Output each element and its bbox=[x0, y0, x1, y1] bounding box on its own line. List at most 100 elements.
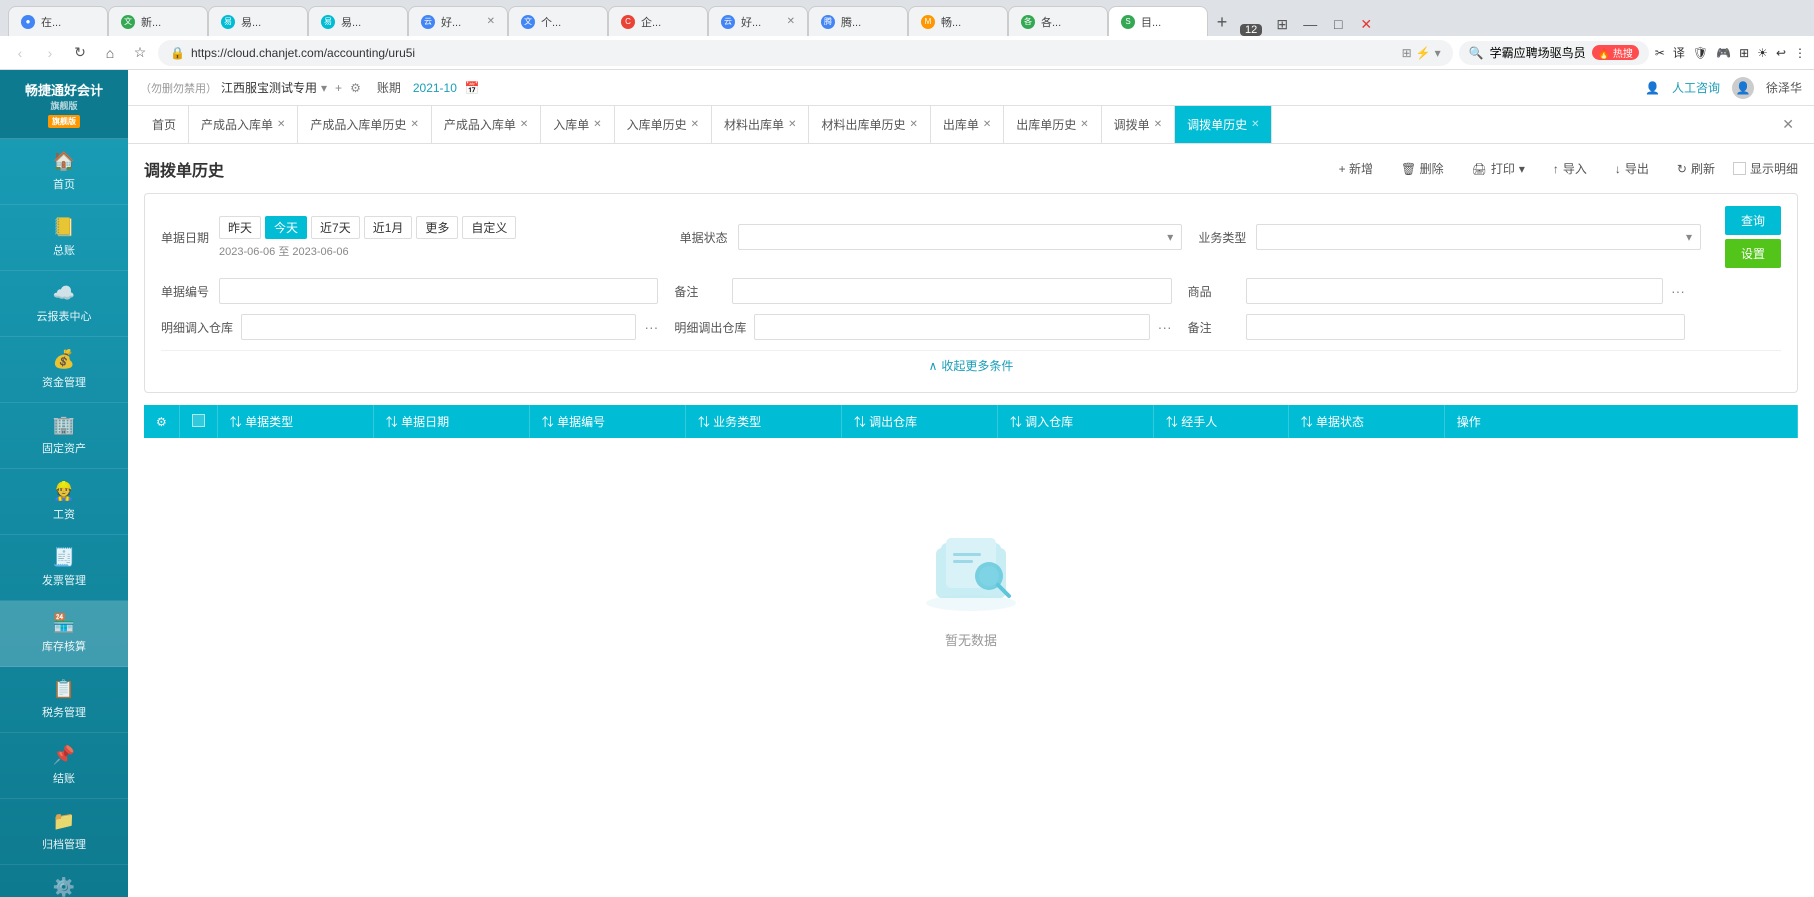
calendar-icon[interactable]: 📅 bbox=[465, 81, 480, 95]
th-business-type[interactable]: ⇅ 业务类型 bbox=[685, 405, 841, 438]
sidebar-item-fixed-assets[interactable]: 🏢 固定资产 bbox=[0, 403, 128, 469]
sidebar-item-cloud-report[interactable]: ☁️ 云报表中心 bbox=[0, 271, 128, 337]
sidebar-item-inventory[interactable]: 🏪 库存核算 bbox=[0, 601, 128, 667]
detail-out-input[interactable] bbox=[754, 314, 1149, 340]
back-btn[interactable]: ‹ bbox=[8, 41, 32, 65]
detail-in-filter-dots[interactable]: ··· bbox=[644, 319, 658, 335]
date-yesterday-btn[interactable]: 昨天 bbox=[219, 216, 261, 239]
sidebar-item-close-account[interactable]: 📌 结账 bbox=[0, 733, 128, 799]
page-tab-storage-in-history[interactable]: 入库单历史 ✕ bbox=[615, 106, 712, 144]
collapse-bar[interactable]: ∧ 收起更多条件 bbox=[161, 350, 1781, 380]
add-company-btn[interactable]: + bbox=[335, 81, 342, 95]
page-tab-finished-in-history-close[interactable]: ✕ bbox=[410, 119, 418, 130]
sidebar-item-tax[interactable]: 📋 税务管理 bbox=[0, 667, 128, 733]
display-toggle-checkbox[interactable] bbox=[1733, 162, 1746, 175]
page-tabs-close-all[interactable]: ✕ bbox=[1774, 112, 1802, 137]
browser-tab-3[interactable]: 易 易... bbox=[208, 6, 308, 36]
date-1month-btn[interactable]: 近1月 bbox=[364, 216, 413, 239]
sidebar-item-home[interactable]: 🏠 首页 bbox=[0, 139, 128, 205]
status-select[interactable]: ▾ bbox=[738, 224, 1183, 250]
page-tab-material-out-history-close[interactable]: ✕ bbox=[909, 119, 917, 130]
th-doc-status[interactable]: ⇅ 单据状态 bbox=[1288, 405, 1444, 438]
page-tab-finished-in2[interactable]: 产成品入库单 ✕ bbox=[432, 106, 541, 144]
page-tab-finished-in[interactable]: 产成品入库单 ✕ bbox=[189, 106, 298, 144]
export-button[interactable]: ↓ 导出 bbox=[1605, 156, 1659, 181]
page-tab-material-out[interactable]: 材料出库单 ✕ bbox=[712, 106, 809, 144]
date-7days-btn[interactable]: 近7天 bbox=[311, 216, 360, 239]
import-button[interactable]: ↑ 导入 bbox=[1543, 156, 1597, 181]
detail-in-input[interactable] bbox=[241, 314, 636, 340]
browser-tab-10[interactable]: M 畅... bbox=[908, 6, 1008, 36]
note-input[interactable] bbox=[732, 278, 1171, 304]
tab-manager-icon[interactable]: ⊞ bbox=[1270, 12, 1294, 36]
browser-search-bar[interactable]: 🔍 学霸应聘场驱鸟员 🔥 热搜 bbox=[1459, 41, 1649, 65]
page-tab-storage-in-close[interactable]: ✕ bbox=[593, 119, 601, 130]
browser-tab-11[interactable]: 各 各... bbox=[1008, 6, 1108, 36]
browser-tab-5[interactable]: 云 好... ✕ bbox=[408, 6, 508, 36]
header-checkbox[interactable] bbox=[192, 414, 205, 427]
sidebar-item-settings[interactable]: ⚙️ 基础设置 bbox=[0, 865, 128, 897]
forward-btn[interactable]: › bbox=[38, 41, 62, 65]
browser-tab-6[interactable]: 文 个... bbox=[508, 6, 608, 36]
sidebar-item-fund[interactable]: 💰 资金管理 bbox=[0, 337, 128, 403]
service-label[interactable]: 人工咨询 bbox=[1672, 79, 1720, 96]
browser-tab-2[interactable]: 文 新... bbox=[108, 6, 208, 36]
page-tab-transfer-history-close[interactable]: ✕ bbox=[1251, 119, 1259, 130]
maximize-btn[interactable]: □ bbox=[1326, 12, 1350, 36]
page-tab-finished-in-close[interactable]: ✕ bbox=[277, 119, 285, 130]
page-tab-home[interactable]: 首页 bbox=[140, 106, 189, 144]
refresh-button[interactable]: ↻ 刷新 bbox=[1667, 156, 1725, 181]
tab-close-8[interactable]: ✕ bbox=[787, 16, 795, 27]
page-tab-finished-in2-close[interactable]: ✕ bbox=[520, 119, 528, 130]
page-tab-storage-out-close[interactable]: ✕ bbox=[983, 119, 991, 130]
bookmark-btn[interactable]: ☆ bbox=[128, 41, 152, 65]
page-tab-transfer[interactable]: 调拨单 ✕ bbox=[1102, 106, 1175, 144]
user-name[interactable]: 徐泽华 bbox=[1766, 79, 1802, 96]
minimize-btn[interactable]: — bbox=[1298, 12, 1322, 36]
address-dropdown-icon[interactable]: ▾ bbox=[1435, 46, 1441, 60]
close-browser-btn[interactable]: ✕ bbox=[1354, 12, 1378, 36]
query-button[interactable]: 查询 bbox=[1725, 206, 1781, 235]
th-checkbox[interactable] bbox=[179, 405, 217, 438]
extra-note-input[interactable] bbox=[1246, 314, 1685, 340]
th-settings[interactable]: ⚙ bbox=[144, 405, 179, 438]
page-tab-finished-in-history[interactable]: 产成品入库单历史 ✕ bbox=[298, 106, 431, 144]
browser-tab-9[interactable]: 腾 腾... bbox=[808, 6, 908, 36]
th-doc-type[interactable]: ⇅ 单据类型 bbox=[217, 405, 373, 438]
company-selector[interactable]: （勿删勿禁用） 江西服宝测试专用 ▾ bbox=[140, 79, 327, 96]
address-bar[interactable]: 🔒 https://cloud.chanjet.com/accounting/u… bbox=[158, 40, 1453, 66]
page-tab-transfer-history[interactable]: 调拨单历史 ✕ bbox=[1175, 106, 1272, 144]
sidebar-item-ledger[interactable]: 📒 总账 bbox=[0, 205, 128, 271]
detail-out-filter-dots[interactable]: ··· bbox=[1158, 319, 1172, 335]
sidebar-item-archive[interactable]: 📁 归档管理 bbox=[0, 799, 128, 865]
browser-tab-7[interactable]: C 企... bbox=[608, 6, 708, 36]
home-browser-btn[interactable]: ⌂ bbox=[98, 41, 122, 65]
th-doc-number[interactable]: ⇅ 单据编号 bbox=[529, 405, 685, 438]
date-more-btn[interactable]: 更多 bbox=[416, 216, 458, 239]
docnum-input[interactable] bbox=[219, 278, 658, 304]
goods-filter-dots[interactable]: ··· bbox=[1671, 283, 1685, 299]
browser-tab-8[interactable]: 云 好... ✕ bbox=[708, 6, 808, 36]
th-handler[interactable]: ⇅ 经手人 bbox=[1153, 405, 1288, 438]
browser-tab-12[interactable]: S 目... bbox=[1108, 6, 1208, 36]
page-tab-storage-in[interactable]: 入库单 ✕ bbox=[541, 106, 614, 144]
refresh-browser-btn[interactable]: ↻ bbox=[68, 41, 92, 65]
sidebar-item-salary[interactable]: 👷 工资 bbox=[0, 469, 128, 535]
settings-company-btn[interactable]: ⚙ bbox=[350, 81, 361, 95]
date-today-btn[interactable]: 今天 bbox=[265, 216, 307, 239]
goods-input[interactable] bbox=[1246, 278, 1663, 304]
page-tab-storage-out[interactable]: 出库单 ✕ bbox=[931, 106, 1004, 144]
sidebar-item-invoice[interactable]: 🧾 发票管理 bbox=[0, 535, 128, 601]
page-tab-storage-in-history-close[interactable]: ✕ bbox=[691, 119, 699, 130]
delete-button[interactable]: 🗑 删除 bbox=[1391, 156, 1454, 181]
new-button[interactable]: + 新增 bbox=[1329, 156, 1383, 181]
page-tab-transfer-close[interactable]: ✕ bbox=[1154, 119, 1162, 130]
print-button[interactable]: 🖨 打印 ▾ bbox=[1462, 156, 1535, 181]
business-type-select[interactable]: ▾ bbox=[1256, 224, 1701, 250]
th-doc-date[interactable]: ⇅ 单据日期 bbox=[373, 405, 529, 438]
th-transfer-in[interactable]: ⇅ 调入仓库 bbox=[997, 405, 1153, 438]
browser-tab-1[interactable]: ● 在... bbox=[8, 6, 108, 36]
page-tab-storage-out-history-close[interactable]: ✕ bbox=[1080, 119, 1088, 130]
page-tab-storage-out-history[interactable]: 出库单历史 ✕ bbox=[1004, 106, 1101, 144]
th-transfer-out[interactable]: ⇅ 调出仓库 bbox=[841, 405, 997, 438]
